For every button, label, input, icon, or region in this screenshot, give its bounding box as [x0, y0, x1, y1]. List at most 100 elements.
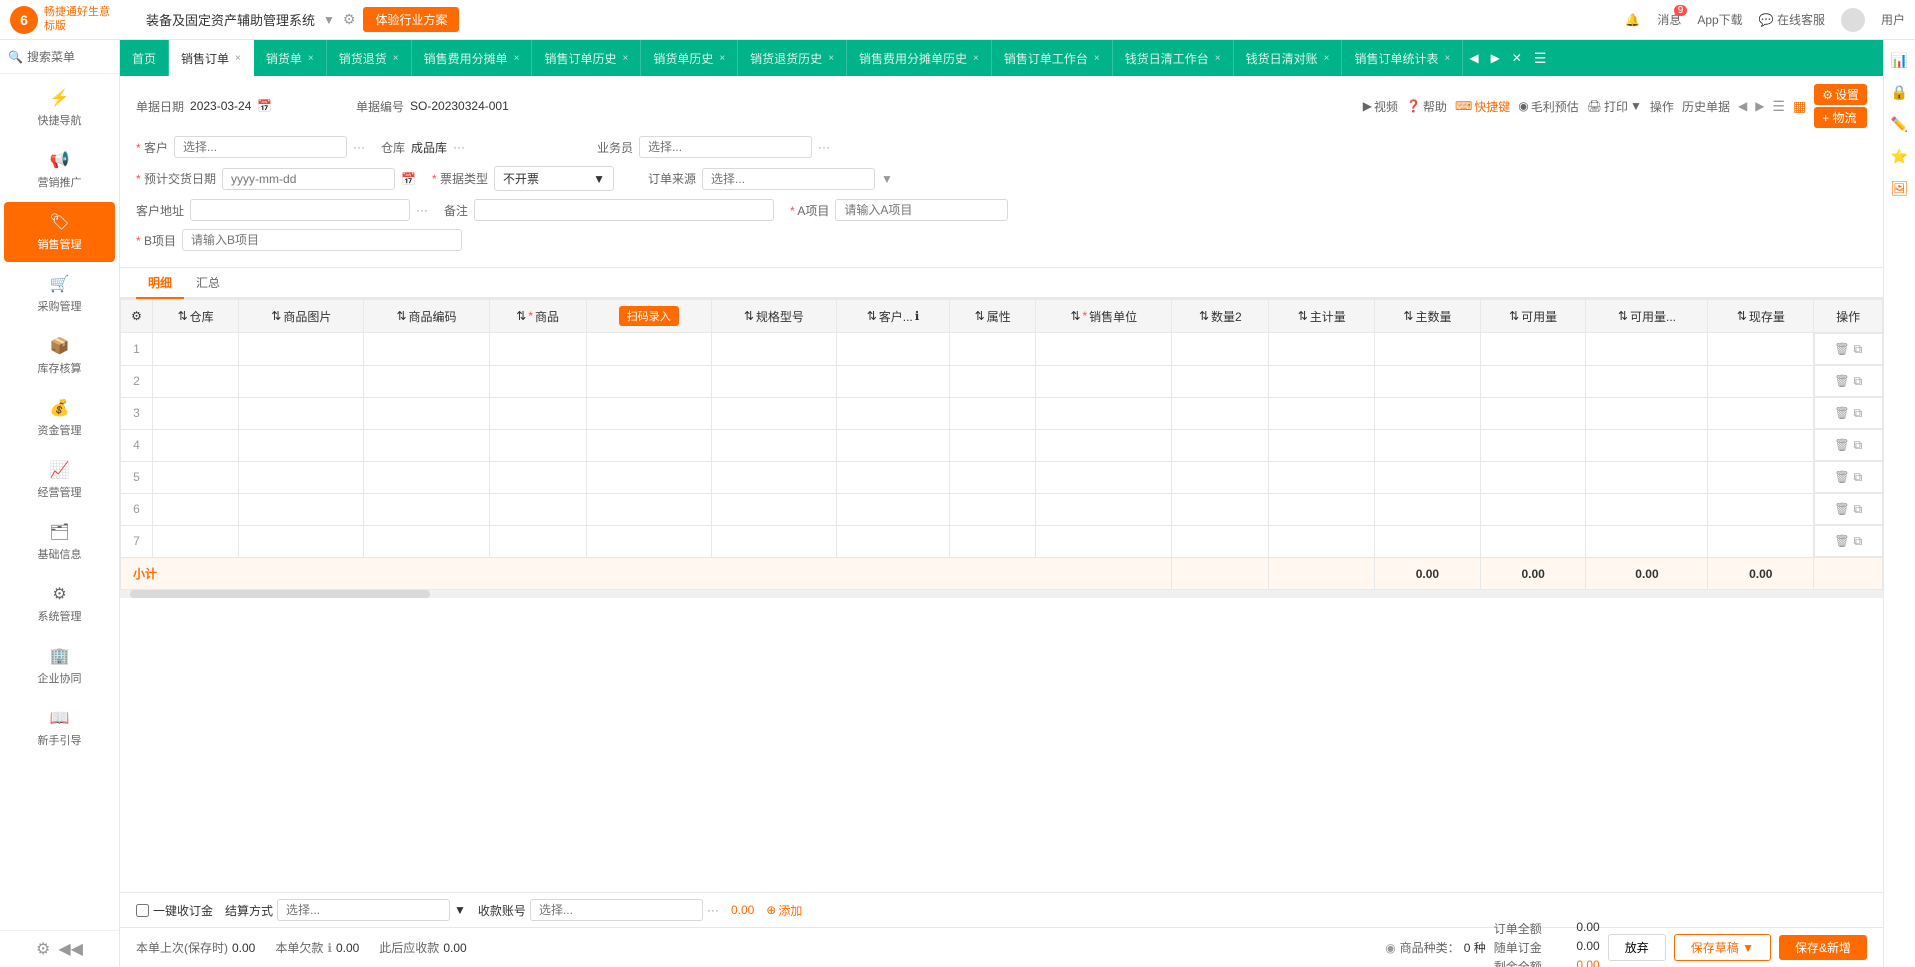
sidebar-item-capital[interactable]: 💰 资金管理: [4, 388, 115, 448]
sidebar-collapse-icon[interactable]: ◀◀: [58, 939, 83, 959]
tab-sales-order[interactable]: 销售订单 ×: [169, 40, 254, 76]
grid-view-icon[interactable]: ▦: [1793, 98, 1806, 115]
row-delete-icon-6[interactable]: 🗑: [1834, 502, 1849, 516]
tab-close-sales-stats[interactable]: ×: [1444, 53, 1450, 64]
bank-account-dots[interactable]: ···: [707, 903, 719, 917]
sidebar-search-item[interactable]: 🔍 搜索菜单: [0, 40, 119, 74]
row-sales-unit-2[interactable]: [1036, 365, 1172, 397]
row-attr-7[interactable]: [950, 525, 1036, 558]
row-spec-6[interactable]: [711, 493, 836, 525]
sidebar-item-guide[interactable]: 📖 新手引导: [4, 698, 115, 758]
row-action-6[interactable]: 🗑 ⧉: [1814, 493, 1882, 525]
row-customer-code-7[interactable]: [836, 525, 949, 558]
row-product-code-3[interactable]: [364, 397, 489, 429]
row-main-qty-3[interactable]: [1375, 397, 1481, 429]
tab-sales-fee[interactable]: 销售费用分摊单 ×: [412, 40, 533, 76]
sidebar-item-inventory[interactable]: 📦 库存核算: [4, 326, 115, 386]
row-spec-1[interactable]: [711, 333, 836, 366]
add-btn[interactable]: ⊕ 添加: [766, 902, 802, 919]
tab-sales-fee-hist[interactable]: 销售费用分摊单历史 ×: [847, 40, 992, 76]
right-panel-lock-btn[interactable]: 🔒: [1888, 80, 1912, 104]
row-warehouse-7[interactable]: [153, 525, 239, 558]
row-main-qty-4[interactable]: [1375, 429, 1481, 461]
online-service-btn[interactable]: 💬 在线客服: [1759, 11, 1825, 28]
row-customer-code-4[interactable]: [836, 429, 949, 461]
row-product-code-2[interactable]: [364, 365, 489, 397]
address-dots[interactable]: ···: [416, 203, 428, 217]
row-delete-icon-3[interactable]: 🗑: [1834, 406, 1849, 420]
calendar-icon[interactable]: 📅: [257, 99, 272, 113]
row-spec-3[interactable]: [711, 397, 836, 429]
tab-nav-menu[interactable]: ☰: [1528, 40, 1553, 76]
row-main-qty-5[interactable]: [1375, 461, 1481, 493]
row-sales-unit-3[interactable]: [1036, 397, 1172, 429]
tab-close-sales-workbench[interactable]: ×: [1094, 53, 1100, 64]
row-qty2-5[interactable]: [1172, 461, 1269, 493]
row-product-2[interactable]: [489, 365, 586, 397]
next-record-icon[interactable]: ▶: [1755, 99, 1764, 113]
sidebar-item-base[interactable]: 🗂 基础信息: [4, 512, 115, 572]
solution-btn[interactable]: 体验行业方案: [363, 7, 459, 32]
row-main-qty-1[interactable]: [1375, 333, 1481, 366]
row-copy-icon-3[interactable]: ⧉: [1854, 406, 1863, 421]
row-sales-unit-5[interactable]: [1036, 461, 1172, 493]
tab-homepage[interactable]: 首页: [120, 40, 169, 76]
row-customer-code-6[interactable]: [836, 493, 949, 525]
detail-tab-mingxi[interactable]: 明细: [136, 268, 184, 299]
a-project-input[interactable]: [835, 199, 1008, 221]
row-copy-icon-5[interactable]: ⧉: [1854, 470, 1863, 485]
row-warehouse-1[interactable]: [153, 333, 239, 366]
discard-btn[interactable]: 放弃: [1608, 934, 1666, 961]
row-action-5[interactable]: 🗑 ⧉: [1814, 461, 1882, 493]
tab-cash-reconcile[interactable]: 钱货日清对账 ×: [1234, 40, 1343, 76]
row-attr-3[interactable]: [950, 397, 1036, 429]
tab-cash-workbench[interactable]: 钱货日清工作台 ×: [1113, 40, 1234, 76]
sidebar-item-purchase[interactable]: 🛒 采购管理: [4, 264, 115, 324]
profit-forecast-btn[interactable]: ◉ 毛利预估: [1518, 98, 1579, 115]
one-click-deposit-checkbox[interactable]: 一键收订金: [136, 902, 213, 919]
tab-close-sales-return-hist[interactable]: ×: [828, 53, 834, 64]
settings-icon[interactable]: ⚙: [343, 11, 356, 28]
row-qty2-2[interactable]: [1172, 365, 1269, 397]
row-qty2-3[interactable]: [1172, 397, 1269, 429]
row-spec-5[interactable]: [711, 461, 836, 493]
invoice-type-select[interactable]: 不开票 ▼: [494, 166, 614, 191]
preview-btn[interactable]: ▶ 视频: [1363, 98, 1398, 115]
row-qty2-7[interactable]: [1172, 525, 1269, 558]
tab-sales-invoice[interactable]: 销货单 ×: [254, 40, 327, 76]
row-product-3[interactable]: [489, 397, 586, 429]
right-panel-edit-btn[interactable]: ✏️: [1888, 112, 1912, 136]
row-delete-icon-1[interactable]: 🗑: [1834, 342, 1849, 356]
tab-close-sales-fee-hist[interactable]: ×: [973, 53, 979, 64]
detail-tab-huizong[interactable]: 汇总: [184, 268, 232, 299]
row-delete-icon-5[interactable]: 🗑: [1834, 470, 1849, 484]
notice-area[interactable]: 🔔 9 消息: [1625, 11, 1681, 28]
tab-sales-invoice-hist[interactable]: 销货单历史 ×: [641, 40, 738, 76]
row-product-code-4[interactable]: [364, 429, 489, 461]
save-new-btn[interactable]: 保存&新增: [1779, 935, 1867, 960]
row-qty2-1[interactable]: [1172, 333, 1269, 366]
row-product-1[interactable]: [489, 333, 586, 366]
customer-dots[interactable]: ···: [353, 140, 365, 154]
row-qty2-6[interactable]: [1172, 493, 1269, 525]
bank-account-input[interactable]: [530, 899, 703, 921]
sidebar-item-enterprise[interactable]: 🏢 企业协同: [4, 636, 115, 696]
payment-method-input[interactable]: [277, 899, 450, 921]
sidebar-item-sales[interactable]: 🏷 销售管理: [4, 202, 115, 262]
row-copy-icon-2[interactable]: ⧉: [1854, 374, 1863, 389]
row-customer-code-2[interactable]: [836, 365, 949, 397]
row-action-3[interactable]: 🗑 ⧉: [1814, 397, 1882, 429]
tab-close-sales-invoice[interactable]: ×: [308, 53, 314, 64]
remarks-input[interactable]: [474, 199, 774, 221]
dropdown-arrow-icon[interactable]: ▼: [323, 13, 335, 27]
row-copy-icon-1[interactable]: ⧉: [1854, 342, 1863, 357]
row-warehouse-6[interactable]: [153, 493, 239, 525]
tab-close-cash-reconcile[interactable]: ×: [1324, 53, 1330, 64]
b-project-input[interactable]: [182, 229, 462, 251]
one-click-checkbox-input[interactable]: [136, 904, 149, 917]
row-delete-icon-4[interactable]: 🗑: [1834, 438, 1849, 452]
settings-btn[interactable]: ⚙ 设置: [1814, 84, 1867, 105]
row-copy-icon-7[interactable]: ⧉: [1854, 534, 1863, 549]
row-warehouse-3[interactable]: [153, 397, 239, 429]
sidebar-settings-icon[interactable]: ⚙: [36, 939, 50, 959]
